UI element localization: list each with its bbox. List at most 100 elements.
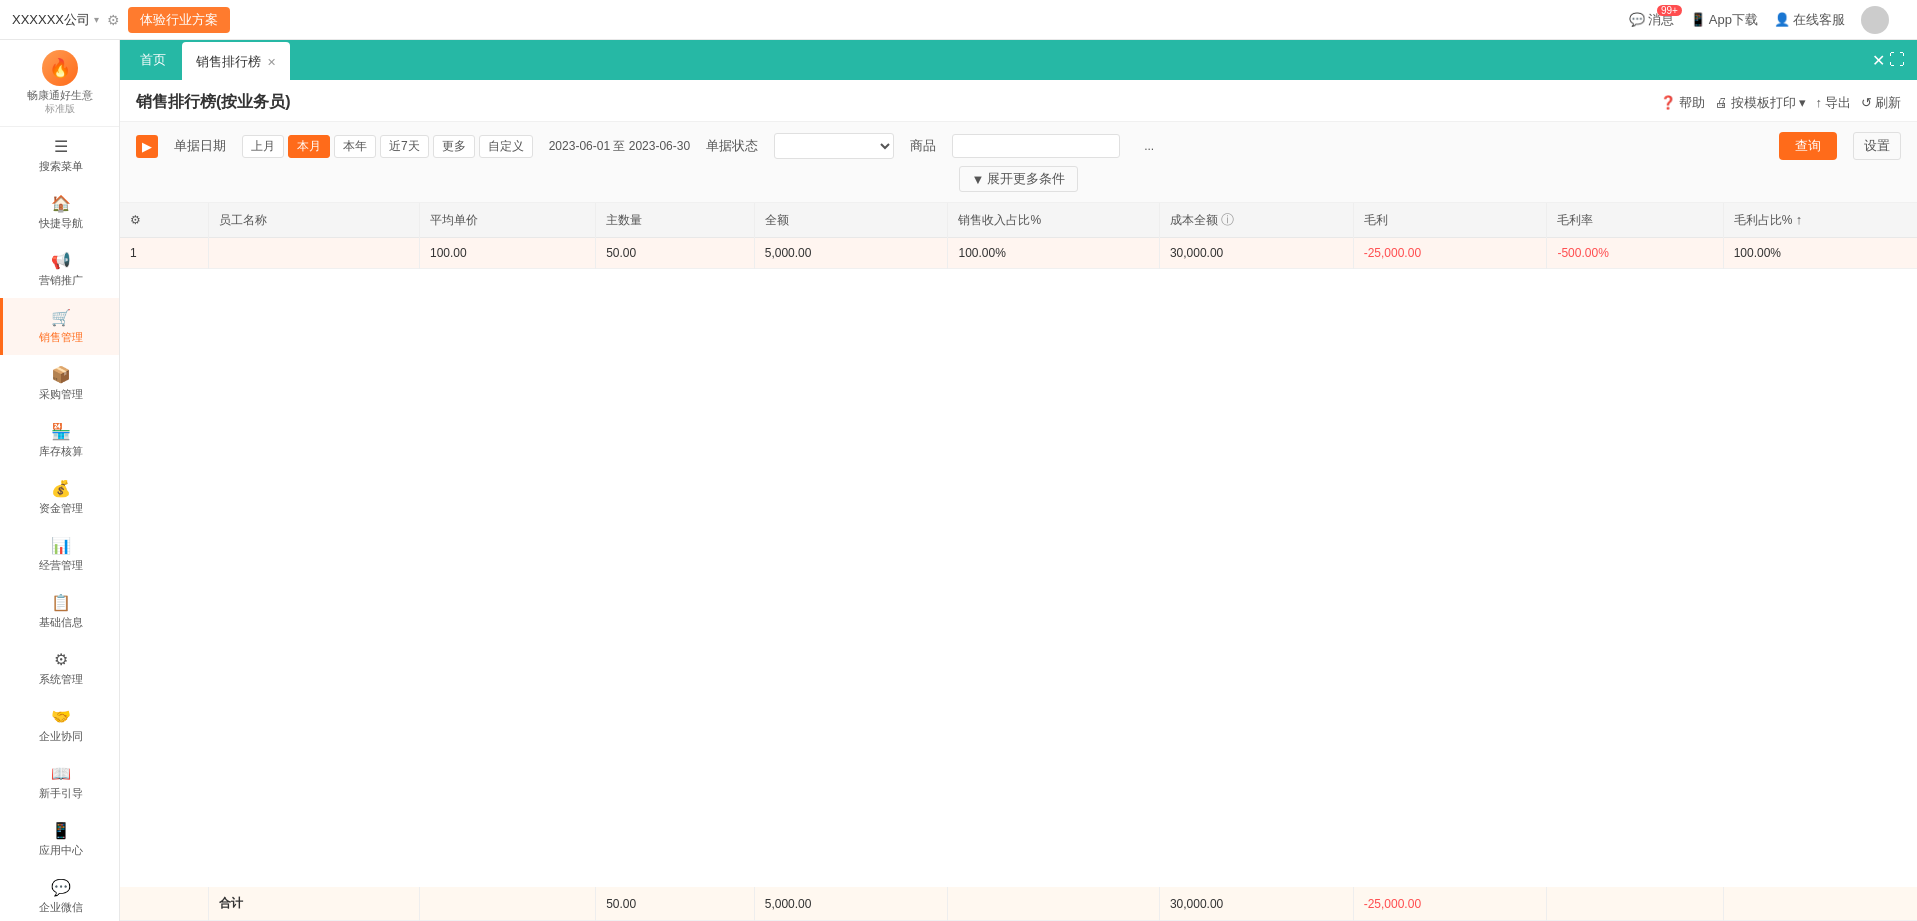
enterprise-icon: 🤝: [51, 707, 71, 726]
app-logo-text: 畅康通好生意: [27, 88, 93, 102]
sidebar-item-basics[interactable]: 📋 基础信息: [0, 583, 119, 640]
col-qty: 主数量: [596, 203, 755, 238]
sidebar-item-sales-label: 销售管理: [39, 330, 83, 345]
footer-sales-pct: [948, 887, 1159, 921]
company-name: XXXXXX公司: [12, 11, 90, 29]
settings-button[interactable]: 设置: [1853, 132, 1901, 160]
sidebar-item-enterprise[interactable]: 🤝 企业协同: [0, 697, 119, 754]
sidebar-item-wechat[interactable]: 💬 企业微信: [0, 868, 119, 921]
sidebar-item-system-label: 系统管理: [39, 672, 83, 687]
footer-cost: 30,000.00: [1159, 887, 1353, 921]
sidebar-item-quick-nav-label: 快捷导航: [39, 216, 83, 231]
col-amount: 全额: [754, 203, 948, 238]
tab-home[interactable]: 首页: [124, 40, 182, 80]
col-sales-pct: 销售收入占比%: [948, 203, 1159, 238]
sidebar-item-search[interactable]: ☰ 搜索菜单: [0, 127, 119, 184]
query-button[interactable]: 查询: [1779, 132, 1837, 160]
sidebar-item-inventory[interactable]: 🏪 库存核算: [0, 412, 119, 469]
goods-more-btn[interactable]: ...: [1136, 135, 1162, 157]
footer-gross-pct: [1723, 887, 1917, 921]
trial-button[interactable]: 体验行业方案: [128, 7, 230, 33]
tab-sales-rank-label: 销售排行榜: [196, 53, 261, 71]
settings-icon[interactable]: ⚙: [107, 12, 120, 28]
tab-sales-rank[interactable]: 销售排行榜 ✕: [182, 42, 290, 82]
col-gross: 毛利: [1353, 203, 1547, 238]
filter-row: ▶ 单据日期 上月 本月 本年 近7天 更多 自定义 2023-06-01 至 …: [136, 132, 1901, 160]
sidebar-item-sales[interactable]: 🛒 销售管理: [0, 298, 119, 355]
filter-toggle-button[interactable]: ▶: [136, 135, 158, 158]
refresh-button[interactable]: ↺ 刷新: [1861, 94, 1901, 112]
sidebar-item-operations[interactable]: 📊 经营管理: [0, 526, 119, 583]
filter-area: ▶ 单据日期 上月 本月 本年 近7天 更多 自定义 2023-06-01 至 …: [120, 122, 1917, 203]
export-label: 导出: [1825, 94, 1851, 112]
message-button[interactable]: 💬 消息 99+: [1629, 11, 1674, 29]
status-select[interactable]: [774, 133, 894, 159]
export-button[interactable]: ↑ 导出: [1816, 94, 1852, 112]
table-row: 1100.0050.005,000.00100.00%30,000.00-25,…: [120, 238, 1917, 269]
tab-bar: 首页 销售排行榜 ✕ ✕ ⛶: [120, 40, 1917, 80]
table-header-row: ⚙ 员工名称 平均单价 主数量 全额 销售收入占比% 成本全额 ⓘ 毛利 毛利率…: [120, 203, 1917, 238]
search-menu-icon: ☰: [54, 137, 68, 156]
help-button[interactable]: ❓ 帮助: [1660, 94, 1705, 112]
sidebar-item-quick-nav[interactable]: 🏠 快捷导航: [0, 184, 119, 241]
col-settings-icon[interactable]: ⚙: [120, 203, 208, 238]
sidebar-item-apps[interactable]: 📱 应用中心: [0, 811, 119, 868]
tab-close-window-icon[interactable]: ✕: [1872, 51, 1885, 70]
refresh-label: 刷新: [1875, 94, 1901, 112]
sales-icon: 🛒: [51, 308, 71, 327]
expand-button[interactable]: ▼ 展开更多条件: [959, 166, 1079, 192]
cost-info-icon: ⓘ: [1221, 212, 1234, 227]
date-this-year-btn[interactable]: 本年: [334, 135, 376, 158]
tab-close-icon[interactable]: ✕: [267, 56, 276, 69]
apps-icon: 📱: [51, 821, 71, 840]
sort-icon[interactable]: ↑: [1796, 212, 1803, 227]
app-download-button[interactable]: 📱 App下载: [1690, 11, 1758, 29]
avatar[interactable]: [1861, 6, 1889, 34]
print-button[interactable]: 🖨 按模板打印 ▾: [1715, 94, 1806, 112]
sidebar-item-finance[interactable]: 💰 资金管理: [0, 469, 119, 526]
message-badge: 99+: [1657, 5, 1682, 16]
tab-fullscreen-icon[interactable]: ⛶: [1889, 51, 1905, 69]
date-this-month-btn[interactable]: 本月: [288, 135, 330, 158]
date-custom-btn[interactable]: 自定义: [479, 135, 533, 158]
td-cost: 30,000.00: [1159, 238, 1353, 269]
footer-empty-1: [120, 887, 208, 921]
col-gross-pct: 毛利占比% ↑: [1723, 203, 1917, 238]
sidebar-logo: 🔥 畅康通好生意 标准版: [0, 40, 119, 127]
date-last-month-btn[interactable]: 上月: [242, 135, 284, 158]
marketing-icon: 📢: [51, 251, 71, 270]
date-7days-btn[interactable]: 近7天: [380, 135, 429, 158]
td-rank: 1: [120, 238, 208, 269]
date-more-btn[interactable]: 更多: [433, 135, 475, 158]
help-label: 帮助: [1679, 94, 1705, 112]
print-label: 按模板打印: [1731, 94, 1796, 112]
wechat-icon: 💬: [51, 878, 71, 897]
system-icon: ⚙: [54, 650, 68, 669]
online-service-button[interactable]: 👤 在线客服: [1774, 11, 1845, 29]
tab-home-label: 首页: [140, 51, 166, 69]
col-avg-price: 平均单价: [419, 203, 595, 238]
sidebar-item-purchase[interactable]: 📦 采购管理: [0, 355, 119, 412]
inventory-icon: 🏪: [51, 422, 71, 441]
footer-total-table: 合计 50.00 5,000.00 30,000.00 -25,000.00: [120, 887, 1917, 921]
company-selector[interactable]: XXXXXX公司 ▾: [12, 11, 99, 29]
sidebar-item-apps-label: 应用中心: [39, 843, 83, 858]
td-name: [208, 238, 419, 269]
basics-icon: 📋: [51, 593, 71, 612]
goods-input[interactable]: [952, 134, 1120, 158]
sidebar-item-guide[interactable]: 📖 新手引导: [0, 754, 119, 811]
quick-nav-icon: 🏠: [51, 194, 71, 213]
sidebar-item-wechat-label: 企业微信: [39, 900, 83, 915]
tab-bar-right: ✕ ⛶: [1872, 51, 1913, 70]
service-icon: 👤: [1774, 12, 1790, 27]
td-avg-price: 100.00: [419, 238, 595, 269]
content-area: 首页 销售排行榜 ✕ ✕ ⛶ 销售排行榜(按业务员) ❓ 帮助: [120, 40, 1917, 921]
data-table: ⚙ 员工名称 平均单价 主数量 全额 销售收入占比% 成本全额 ⓘ 毛利 毛利率…: [120, 203, 1917, 269]
sidebar-item-marketing[interactable]: 📢 营销推广: [0, 241, 119, 298]
footer-total-row: 合计 50.00 5,000.00 30,000.00 -25,000.00: [120, 887, 1917, 921]
table-container: ⚙ 员工名称 平均单价 主数量 全额 销售收入占比% 成本全额 ⓘ 毛利 毛利率…: [120, 203, 1917, 887]
sidebar-item-basics-label: 基础信息: [39, 615, 83, 630]
sidebar-item-system[interactable]: ⚙ 系统管理: [0, 640, 119, 697]
status-label: 单据状态: [706, 137, 758, 155]
sidebar-item-enterprise-label: 企业协同: [39, 729, 83, 744]
